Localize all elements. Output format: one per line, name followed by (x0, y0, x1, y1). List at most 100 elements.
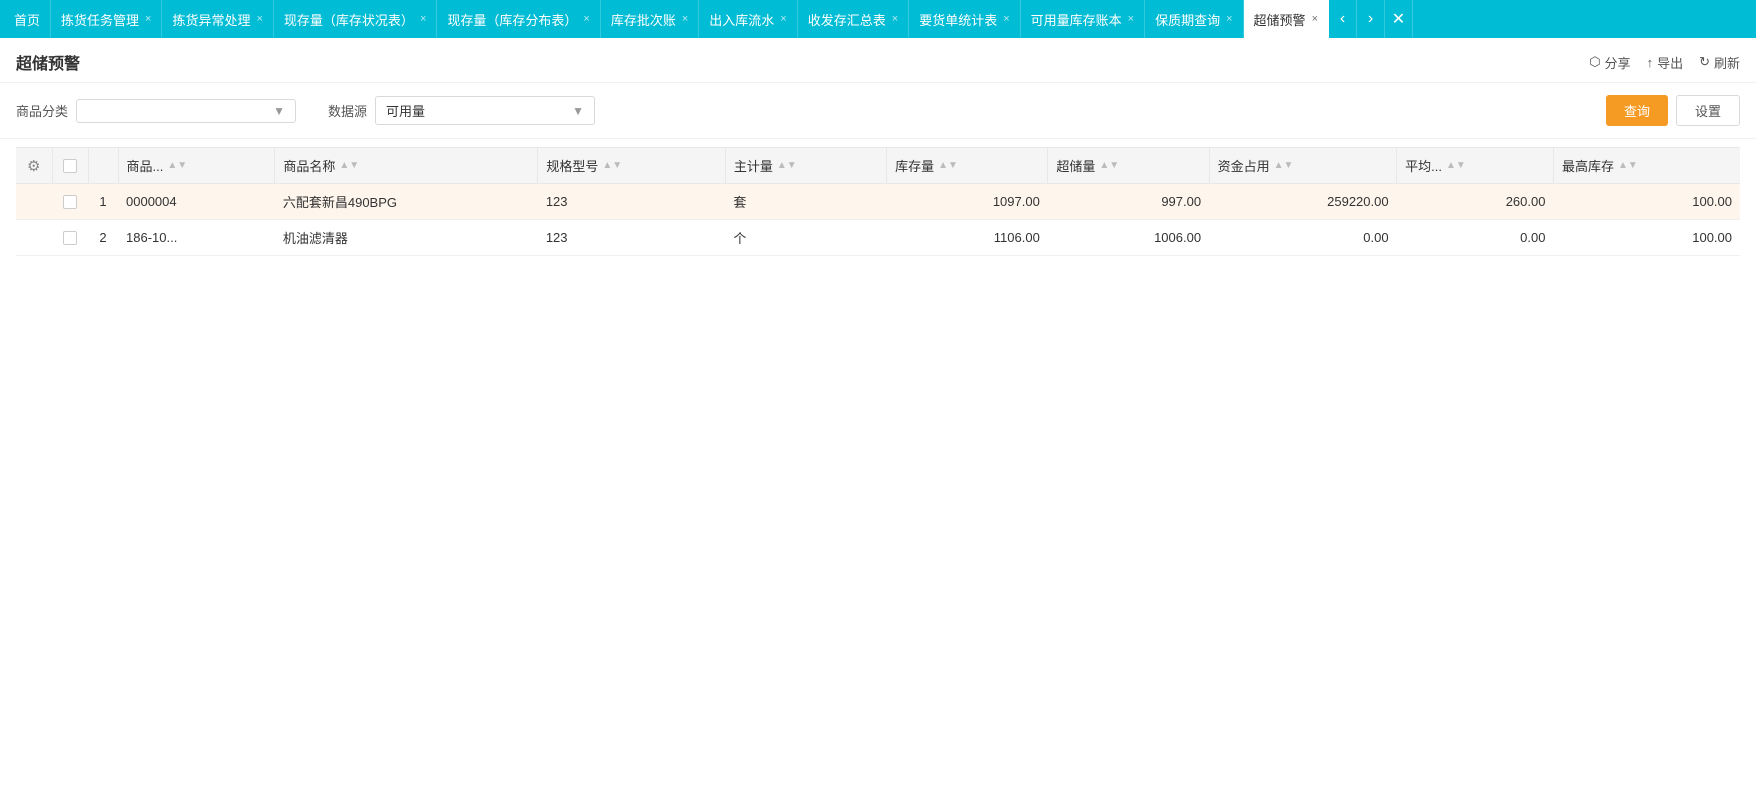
sort-product-code-icon: ▲▼ (167, 161, 187, 171)
th-product-name-label: 商品名称 (283, 156, 335, 175)
nav-collect-close[interactable]: × (892, 13, 898, 25)
datasource-select[interactable]: 可用量 ▼ (375, 96, 595, 125)
export-label: 导出 (1657, 53, 1683, 72)
nav-home-label: 首页 (14, 10, 40, 29)
row-1-checkbox[interactable] (63, 195, 77, 209)
nav-abnormal-close[interactable]: × (256, 13, 262, 25)
nav-abnormal-label: 拣货异常处理 (172, 10, 250, 29)
nav-batch-close[interactable]: × (682, 13, 688, 25)
nav-task-label: 拣货任务管理 (61, 10, 139, 29)
th-product-name[interactable]: 商品名称 ▲▼ (275, 148, 538, 184)
th-stock-label: 库存量 (895, 156, 934, 175)
nav-collect[interactable]: 收发存汇总表 × (798, 0, 909, 38)
table-header: ⚙ 商品... ▲▼ 商品名称 ▲▼ (16, 148, 1740, 184)
table-row: 1 0000004 六配套新昌490BPG 123 套 1097.00 997.… (16, 184, 1740, 220)
th-product-code-label: 商品... (127, 156, 164, 175)
nav-batch[interactable]: 库存批次账 × (601, 0, 699, 38)
nav-overstock[interactable]: 超储预警 × (1244, 0, 1329, 38)
td-product-code-1: 0000004 (118, 184, 275, 220)
nav-inout[interactable]: 出入库流水 × (699, 0, 797, 38)
sort-spec-icon: ▲▼ (602, 161, 622, 171)
td-capital-1: 259220.00 (1209, 184, 1397, 220)
nav-avail-ledger[interactable]: 可用量库存账本 × (1021, 0, 1145, 38)
nav-close-all-btn[interactable]: ✕ (1385, 0, 1413, 38)
overstock-table: ⚙ 商品... ▲▼ 商品名称 ▲▼ (16, 147, 1740, 256)
nav-expiry-label: 保质期查询 (1155, 10, 1220, 29)
nav-next-btn[interactable]: › (1357, 0, 1385, 38)
filter-group-category: 商品分类 ▼ (16, 99, 296, 123)
nav-stock-dist[interactable]: 现存量（库存分布表） × (437, 0, 600, 38)
th-stock[interactable]: 库存量 ▲▼ (887, 148, 1048, 184)
nav-expiry-close[interactable]: × (1226, 13, 1232, 25)
th-row-num (88, 148, 118, 184)
th-spec[interactable]: 规格型号 ▲▼ (538, 148, 726, 184)
td-product-name-1: 六配套新昌490BPG (275, 184, 538, 220)
td-rownum-1: 1 (88, 184, 118, 220)
category-select[interactable]: ▼ (76, 99, 296, 123)
export-button[interactable]: ↑ 导出 (1647, 53, 1684, 72)
nav-home[interactable]: 首页 (4, 0, 51, 38)
nav-batch-label: 库存批次账 (611, 10, 676, 29)
td-overstock-2: 1006.00 (1048, 220, 1209, 256)
share-icon: ⬡ (1589, 54, 1600, 70)
th-avg[interactable]: 平均... ▲▼ (1397, 148, 1554, 184)
datasource-label: 数据源 (328, 101, 367, 120)
td-stock-2: 1106.00 (887, 220, 1048, 256)
filter-group-datasource: 数据源 可用量 ▼ (328, 96, 595, 125)
th-overstock[interactable]: 超储量 ▲▼ (1048, 148, 1209, 184)
th-gear: ⚙ (16, 148, 52, 184)
nav-avail-ledger-close[interactable]: × (1128, 13, 1134, 25)
th-check (52, 148, 88, 184)
nav-stock-status-close[interactable]: × (420, 13, 426, 25)
nav-expiry[interactable]: 保质期查询 × (1145, 0, 1243, 38)
nav-order-stat-close[interactable]: × (1003, 13, 1009, 25)
td-spec-1: 123 (538, 184, 726, 220)
td-max-stock-2: 100.00 (1553, 220, 1740, 256)
th-spec-label: 规格型号 (546, 156, 598, 175)
nav-order-stat-label: 要货单统计表 (919, 10, 997, 29)
nav-stock-status-label: 现存量（库存状况表） (284, 10, 414, 29)
th-product-code[interactable]: 商品... ▲▼ (118, 148, 275, 184)
nav-overstock-close[interactable]: × (1312, 13, 1318, 25)
th-capital[interactable]: 资金占用 ▲▼ (1209, 148, 1397, 184)
td-unit-1: 套 (725, 184, 886, 220)
topbar: 首页 拣货任务管理 × 拣货异常处理 × 现存量（库存状况表） × 现存量（库存… (0, 0, 1756, 38)
td-avg-2: 0.00 (1397, 220, 1554, 256)
share-button[interactable]: ⬡ 分享 (1589, 53, 1630, 72)
th-unit-label: 主计量 (734, 156, 773, 175)
th-overstock-label: 超储量 (1056, 156, 1095, 175)
nav-abnormal[interactable]: 拣货异常处理 × (162, 0, 273, 38)
td-stock-1: 1097.00 (887, 184, 1048, 220)
th-max-stock-label: 最高库存 (1562, 156, 1614, 175)
query-button[interactable]: 查询 (1606, 95, 1668, 126)
select-all-checkbox[interactable] (63, 159, 77, 173)
td-product-name-2: 机油滤清器 (275, 220, 538, 256)
row-2-checkbox[interactable] (63, 231, 77, 245)
td-capital-2: 0.00 (1209, 220, 1397, 256)
filter-bar: 商品分类 ▼ 数据源 可用量 ▼ 查询 设置 (0, 83, 1756, 139)
nav-prev-btn[interactable]: ‹ (1329, 0, 1357, 38)
th-unit[interactable]: 主计量 ▲▼ (725, 148, 886, 184)
nav-stock-dist-close[interactable]: × (583, 13, 589, 25)
nav-task-close[interactable]: × (145, 13, 151, 25)
table-row: 2 186-10... 机油滤清器 123 个 1106.00 1006.00 … (16, 220, 1740, 256)
set-button[interactable]: 设置 (1676, 95, 1740, 126)
th-max-stock[interactable]: 最高库存 ▲▼ (1553, 148, 1740, 184)
nav-inout-close[interactable]: × (780, 13, 786, 25)
refresh-label: 刷新 (1714, 53, 1740, 72)
nav-avail-ledger-label: 可用量库存账本 (1031, 10, 1122, 29)
td-product-code-2: 186-10... (118, 220, 275, 256)
nav-task[interactable]: 拣货任务管理 × (51, 0, 162, 38)
nav-stock-status[interactable]: 现存量（库存状况表） × (274, 0, 437, 38)
sort-product-name-icon: ▲▼ (339, 161, 359, 171)
page-title: 超储预警 (16, 50, 80, 74)
td-gear-1 (16, 184, 52, 220)
datasource-chevron-icon: ▼ (572, 104, 584, 118)
sort-max-stock-icon: ▲▼ (1618, 161, 1638, 171)
export-icon: ↑ (1647, 55, 1654, 70)
nav-collect-label: 收发存汇总表 (808, 10, 886, 29)
refresh-button[interactable]: ↻ 刷新 (1699, 53, 1740, 72)
nav-order-stat[interactable]: 要货单统计表 × (909, 0, 1020, 38)
sort-stock-icon: ▲▼ (938, 161, 958, 171)
gear-icon[interactable]: ⚙ (27, 158, 40, 175)
